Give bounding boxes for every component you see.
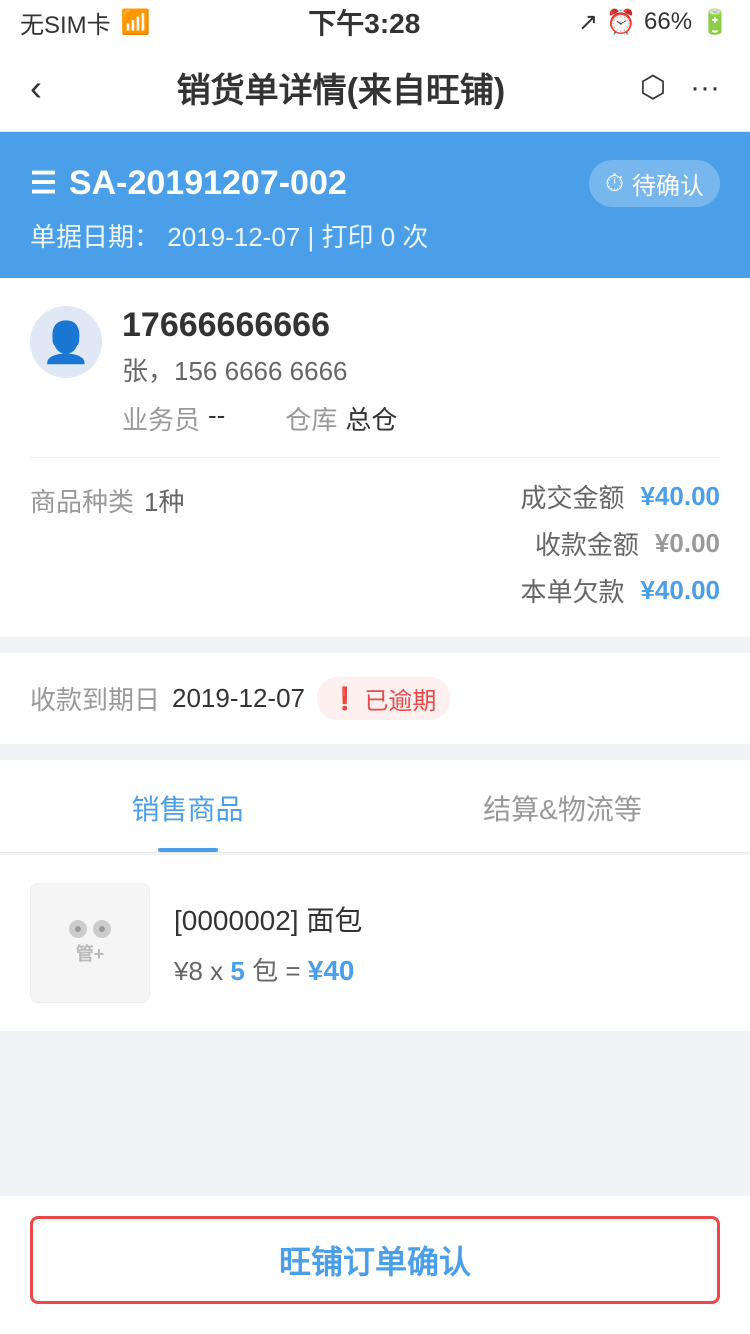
overdue-icon: ❗ [331,686,358,712]
battery-text: 66% [644,8,692,36]
owl-text: 管+ [76,940,105,966]
price-total: ¥40 [308,955,355,986]
quantity-value: 5 [230,956,244,986]
alarm-icon: ⏰ [606,8,636,37]
print-unit: 次 [402,222,428,252]
confirm-btn-container: 旺铺订单确认 [0,1196,750,1334]
nav-actions: ⬡ ··· [640,70,720,105]
overdue-badge: ❗ 已逾期 [317,677,450,720]
header-top-row: ☰ SA-20191207-002 ⏱ 待确认 [30,160,720,207]
order-number-text: SA-20191207-002 [69,164,347,203]
back-button[interactable]: ‹ [30,67,42,109]
order-date-line: 单据日期： 2019-12-07 | 打印 0 次 [30,217,720,254]
owl-eye-left [69,920,87,938]
quantity-unit: 包 [252,956,278,986]
received-amount-value: ¥0.00 [655,528,720,559]
order-icon: ☰ [30,166,57,201]
carrier-text: 无SIM卡 [20,5,111,40]
customer-phone: 17666666666 [122,306,720,345]
wifi-icon: 📶 [121,8,151,37]
confirm-button[interactable]: 旺铺订单确认 [30,1216,720,1304]
print-count: 0 [381,222,395,252]
location-icon: ↗ [578,8,598,37]
overdue-text: 已逾期 [364,681,436,716]
status-left: 无SIM卡 📶 [20,5,151,40]
print-separator: | 打印 [307,222,373,252]
salesman-item: 业务员 -- [122,400,225,437]
status-badge: ⏱ 待确认 [589,160,720,207]
nav-bar: ‹ 销货单详情(来自旺铺) ⬡ ··· [0,44,750,132]
deal-amount-value: ¥40.00 [640,481,720,512]
page-title: 销货单详情(来自旺铺) [177,63,506,112]
tab-products[interactable]: 销售商品 [0,760,375,852]
due-date-label: 收款到期日 [30,680,160,717]
received-amount-label: 收款金额 [535,525,639,562]
product-price: ¥8 x 5 包 = ¥40 [174,951,720,988]
order-date-label: 单据日期： [30,222,160,252]
due-date-section: 收款到期日 2019-12-07 ❗ 已逾期 [0,653,750,744]
tabs-container: 销售商品 结算&物流等 [0,760,750,853]
arrears-value: ¥40.00 [640,575,720,606]
order-date-value: 2019-12-07 [167,222,300,252]
due-date-value: 2019-12-07 [172,683,305,714]
arrears-row: 本单欠款 ¥40.00 [520,572,720,609]
product-name: [0000002] 面包 [174,899,720,939]
multiply-sign: x [210,956,230,986]
customer-card: 👤 17666666666 张，156 6666 6666 业务员 -- 仓库 … [0,278,750,637]
status-text: 待确认 [632,166,704,201]
product-code: [0000002] [174,905,299,936]
status-bar: 无SIM卡 📶 下午3:28 ↗ ⏰ 66% 🔋 [0,0,750,44]
more-icon[interactable]: ··· [690,71,720,105]
salesman-value: -- [208,400,225,437]
equal-sign: = [285,956,307,986]
deal-amount-label: 成交金额 [520,478,624,515]
share-icon[interactable]: ⬡ [640,70,666,105]
confirm-button-label: 旺铺订单确认 [279,1237,471,1283]
product-type-label: 商品种类 [30,482,134,519]
avatar-icon: 👤 [41,319,91,366]
status-clock-icon: ⏱ [605,170,624,198]
price-base: ¥8 [174,956,203,986]
amount-section: 商品种类 1种 成交金额 ¥40.00 收款金额 ¥0.00 本单欠款 ¥40.… [30,478,720,609]
product-card: 管+ [0000002] 面包 ¥8 x 5 包 = ¥40 [0,855,750,1031]
product-info: [0000002] 面包 ¥8 x 5 包 = ¥40 [174,899,720,988]
warehouse-item: 仓库 总仓 [285,400,397,437]
owl-eyes [69,920,111,938]
status-right: ↗ ⏰ 66% 🔋 [578,8,730,37]
product-types: 商品种类 1种 [30,478,184,519]
deal-amount-row: 成交金额 ¥40.00 [520,478,720,515]
amount-list: 成交金额 ¥40.00 收款金额 ¥0.00 本单欠款 ¥40.00 [520,478,720,609]
tab-settlement-label: 结算&物流等 [483,794,642,825]
tab-settlement[interactable]: 结算&物流等 [375,760,750,852]
received-amount-row: 收款金额 ¥0.00 [520,525,720,562]
product-thumbnail: 管+ [30,883,150,1003]
warehouse-value: 总仓 [345,400,397,437]
status-time: 下午3:28 [308,2,420,42]
arrears-label: 本单欠款 [520,572,624,609]
tab-products-label: 销售商品 [131,794,243,825]
customer-row: 👤 17666666666 张，156 6666 6666 业务员 -- 仓库 … [30,306,720,437]
warehouse-label: 仓库 [285,400,337,437]
product-title: 面包 [306,905,362,936]
order-header-card: ☰ SA-20191207-002 ⏱ 待确认 单据日期： 2019-12-07… [0,132,750,278]
order-number: ☰ SA-20191207-002 [30,164,347,203]
divider-1 [30,457,720,458]
avatar: 👤 [30,306,102,378]
product-type-value: 1种 [144,482,184,519]
product-logo: 管+ [69,920,111,966]
owl-eye-right [93,920,111,938]
customer-info: 17666666666 张，156 6666 6666 业务员 -- 仓库 总仓 [122,306,720,437]
battery-icon: 🔋 [700,8,730,37]
salesman-label: 业务员 [122,400,200,437]
customer-name: 张，156 6666 6666 [122,351,720,388]
customer-meta: 业务员 -- 仓库 总仓 [122,400,720,437]
